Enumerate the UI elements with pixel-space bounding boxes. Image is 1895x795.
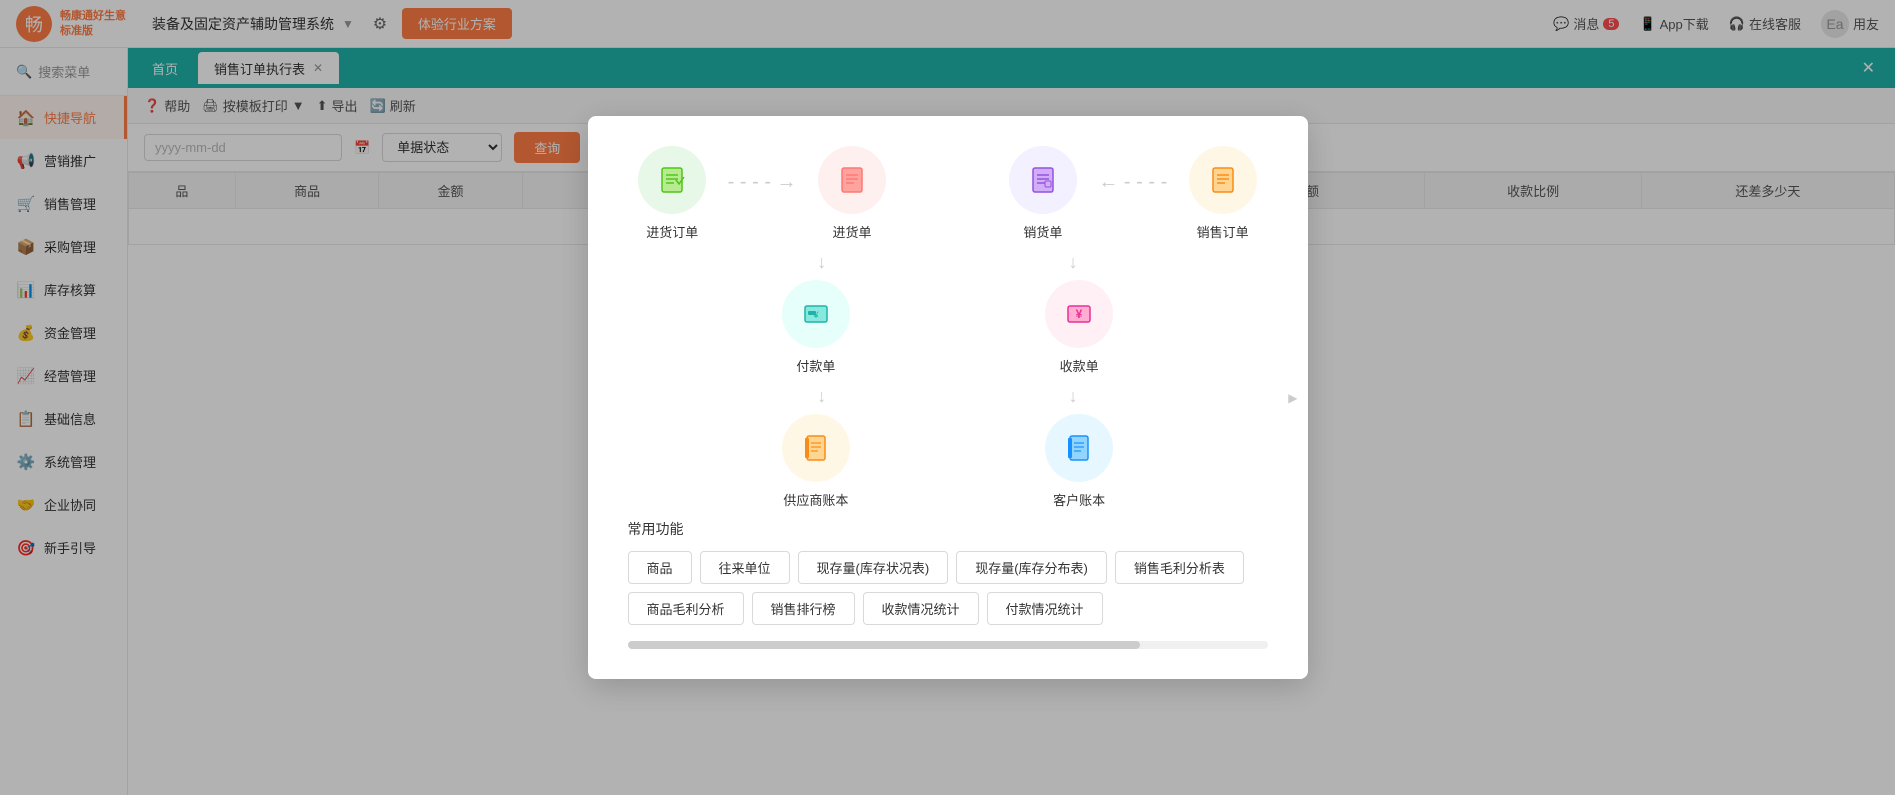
sales-bill-icon <box>1009 146 1077 214</box>
customer-ledger-icon <box>1045 414 1113 482</box>
arrow-down-sales: ↓ <box>1069 249 1078 276</box>
modal-overlay: 进货订单 - - - - → 进 <box>0 0 1895 795</box>
flow-node-purchase-bill[interactable]: 进货单 <box>818 146 886 241</box>
arrow-down-receipt: ↓ <box>1069 383 1078 410</box>
sales-order-icon <box>1189 146 1257 214</box>
func-btn-product[interactable]: 商品 <box>628 551 692 584</box>
flow-diagram: 进货订单 - - - - → 进 <box>628 146 1268 509</box>
flow-node-supplier-ledger[interactable]: 供应商账本 <box>782 414 850 509</box>
arrow-down-purchase: ↓ <box>817 249 826 276</box>
func-buttons: 商品 往来单位 现存量(库存状况表) 现存量(库存分布表) 销售毛利分析表 商品… <box>628 551 1268 625</box>
supplier-ledger-icon <box>782 414 850 482</box>
flow-node-purchase-order[interactable]: 进货订单 <box>638 146 706 241</box>
svg-text:¥: ¥ <box>812 310 819 320</box>
arrow-1: - - - - → <box>728 171 797 194</box>
flow-node-payment-bill[interactable]: ¥ 付款单 <box>782 280 850 375</box>
common-functions-title: 常用功能 <box>628 519 1268 539</box>
payment-bill-icon: ¥ <box>782 280 850 348</box>
arrow-2: ← - - - - <box>1098 171 1167 194</box>
func-btn-sales-ranking[interactable]: 销售排行榜 <box>752 592 855 625</box>
func-btn-payment-stats[interactable]: 付款情况统计 <box>987 592 1103 625</box>
modal-box: 进货订单 - - - - → 进 <box>588 116 1308 679</box>
scroll-arrows: ▶ <box>1288 391 1297 405</box>
modal-scrollbar[interactable] <box>628 641 1268 649</box>
purchase-order-icon <box>638 146 706 214</box>
flow-node-receipt-bill[interactable]: ¥ 收款单 <box>1045 280 1113 375</box>
scroll-arrow-right[interactable]: ▶ <box>1288 391 1297 405</box>
flow-node-sales-order[interactable]: 销售订单 <box>1189 146 1257 241</box>
arrow-down-payment: ↓ <box>817 383 826 410</box>
func-btn-stock-dist[interactable]: 现存量(库存分布表) <box>956 551 1107 584</box>
common-functions: 常用功能 商品 往来单位 现存量(库存状况表) 现存量(库存分布表) 销售毛利分… <box>628 519 1268 625</box>
flow-node-customer-ledger[interactable]: 客户账本 <box>1045 414 1113 509</box>
scrollbar-thumb <box>628 641 1140 649</box>
func-btn-stock-status[interactable]: 现存量(库存状况表) <box>798 551 949 584</box>
func-btn-sales-gross[interactable]: 销售毛利分析表 <box>1115 551 1244 584</box>
func-btn-receipt-stats[interactable]: 收款情况统计 <box>863 592 979 625</box>
func-btn-partners[interactable]: 往来单位 <box>700 551 790 584</box>
func-btn-product-gross[interactable]: 商品毛利分析 <box>628 592 744 625</box>
flow-node-sales-bill[interactable]: 销货单 <box>1009 146 1077 241</box>
receipt-bill-icon: ¥ <box>1045 280 1113 348</box>
purchase-bill-icon <box>818 146 886 214</box>
svg-text:¥: ¥ <box>1076 307 1083 321</box>
